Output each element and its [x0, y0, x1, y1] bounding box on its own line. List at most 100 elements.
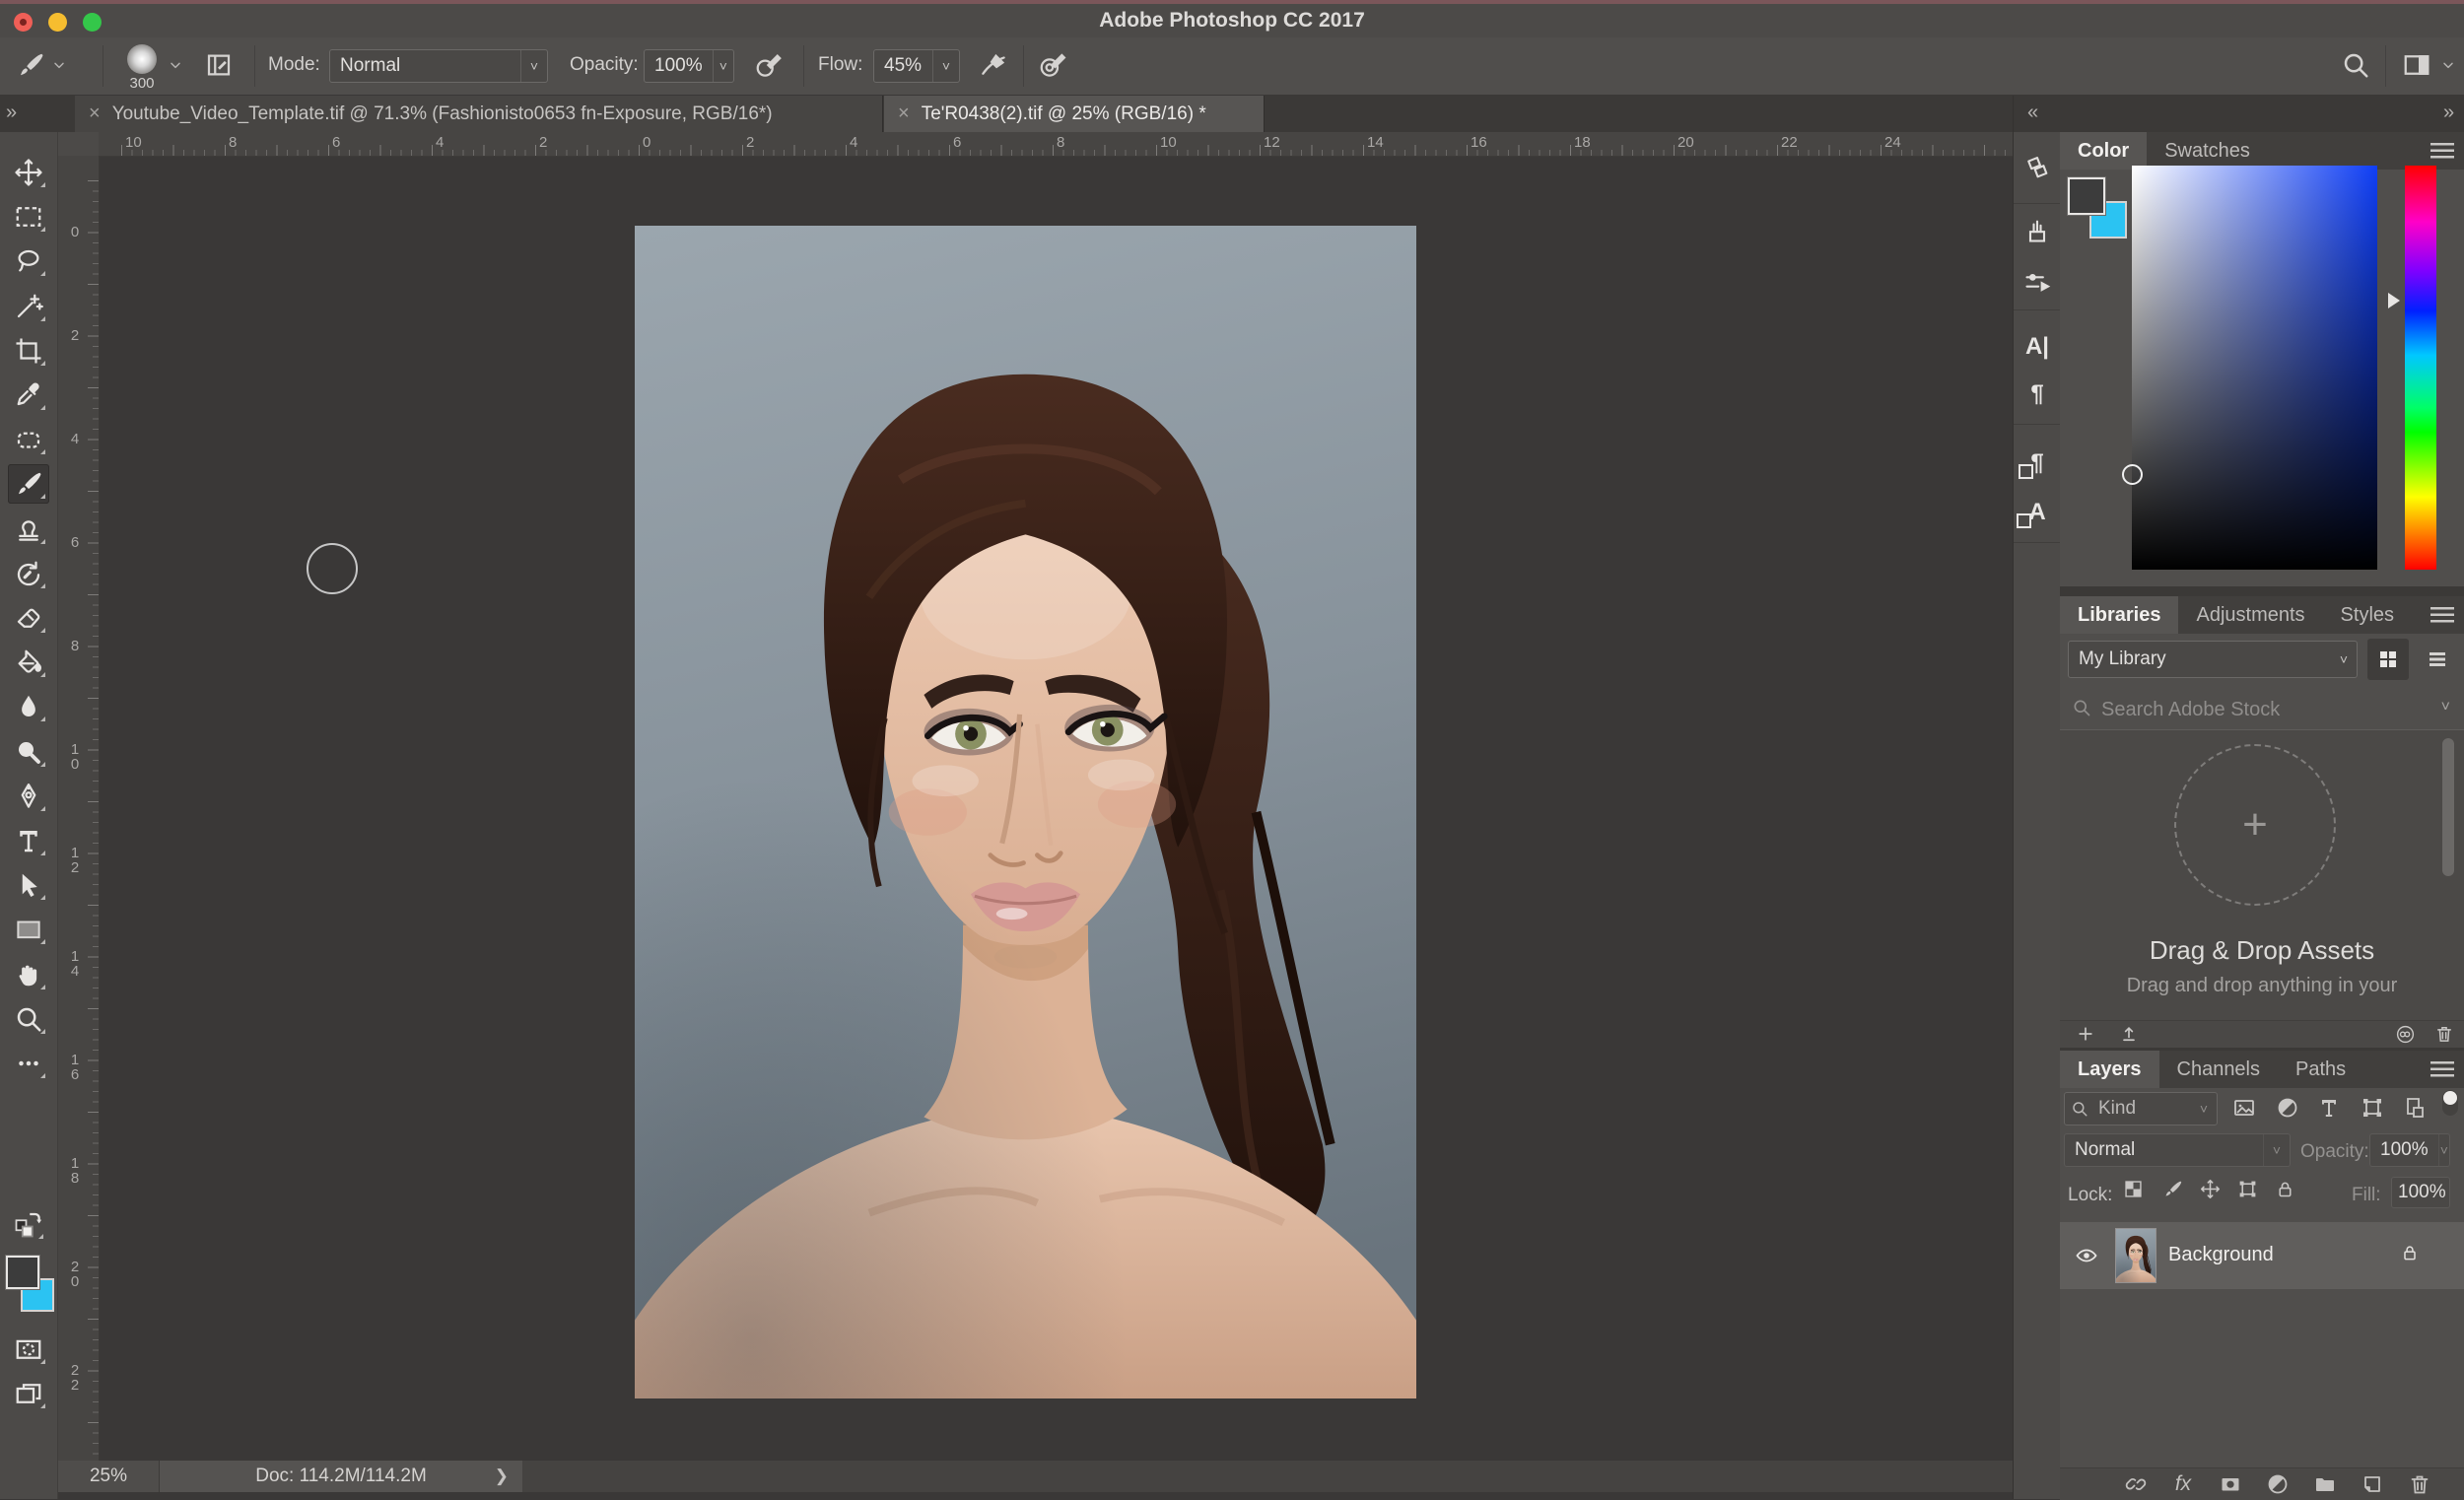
ruler-horizontal[interactable]: 10 8 6 4 2 0 2 4 6 8 10 12 14 16 18 20 22 24 [99, 132, 2013, 157]
paint-bucket-tool[interactable] [8, 643, 49, 682]
layers-blend-mode-select[interactable]: Normal ˅ [2064, 1133, 2291, 1167]
workspace-switcher-icon[interactable] [2397, 50, 2436, 80]
lock-artboard-icon[interactable] [2233, 1179, 2261, 1199]
opacity-select[interactable]: 100% ˅ [644, 49, 734, 83]
edit-toolbar-button[interactable] [8, 1044, 49, 1083]
panel-menu-icon[interactable] [2430, 143, 2454, 159]
pen-tool[interactable] [8, 777, 49, 816]
delete-layer-trash-icon[interactable] [2405, 1471, 2434, 1497]
tab-adjustments[interactable]: Adjustments [2178, 596, 2322, 634]
color-picker-handle[interactable] [2122, 464, 2143, 485]
collapse-dock-chevron[interactable]: » [2443, 102, 2454, 124]
workspace-chevron-icon[interactable] [2438, 57, 2458, 73]
adobe-stock-search-field[interactable]: Search Adobe Stock ˅ [2060, 690, 2464, 730]
chevron-down-icon[interactable]: ˅ [2441, 699, 2450, 716]
color-panel-foreground-swatch[interactable] [2067, 176, 2106, 216]
upload-icon[interactable] [2115, 1022, 2143, 1046]
panel-menu-icon[interactable] [2430, 1061, 2454, 1077]
airbrush-icon[interactable] [974, 50, 1013, 80]
search-icon[interactable] [2338, 50, 2373, 80]
new-adjustment-layer-icon[interactable] [2263, 1471, 2293, 1497]
path-selection-tool[interactable] [8, 865, 49, 905]
collapse-strip-chevron[interactable]: « [2027, 102, 2038, 124]
eraser-tool[interactable] [8, 598, 49, 638]
tab-layers[interactable]: Layers [2060, 1051, 2159, 1088]
document-tab-active[interactable]: × Te'R0438(2).tif @ 25% (RGB/16) * [884, 96, 1265, 132]
layer-filter-kind-select[interactable]: Kind ˅ [2064, 1092, 2218, 1125]
hue-slider[interactable] [2405, 166, 2436, 570]
filter-smart-objects-icon[interactable] [2399, 1096, 2429, 1120]
toggle-brush-panel-button[interactable] [199, 50, 239, 80]
clone-source-panel-icon[interactable] [2020, 150, 2054, 185]
eyedropper-tool[interactable] [8, 375, 49, 415]
add-content-plus-icon[interactable] [2072, 1022, 2099, 1046]
lock-all-icon[interactable] [2271, 1179, 2298, 1199]
healing-patch-tool[interactable] [8, 420, 49, 459]
foreground-color-swatch[interactable] [5, 1255, 40, 1290]
screen-mode-button[interactable] [8, 1374, 49, 1413]
crop-tool[interactable] [8, 331, 49, 371]
dodge-tool[interactable] [8, 732, 49, 772]
filter-adjustment-layers-icon[interactable] [2273, 1096, 2302, 1120]
rectangular-marquee-tool[interactable] [8, 197, 49, 237]
magic-wand-tool[interactable] [8, 287, 49, 326]
lock-position-icon[interactable] [2196, 1179, 2224, 1199]
quick-mask-button[interactable] [8, 1330, 49, 1369]
swap-colors-button[interactable] [10, 1204, 47, 1244]
library-select[interactable]: My Library ˅ [2068, 641, 2358, 678]
drag-drop-target-circle[interactable]: + [2174, 744, 2336, 906]
library-scrollbar[interactable] [2442, 738, 2454, 876]
lasso-tool[interactable] [8, 241, 49, 281]
tab-libraries[interactable]: Libraries [2060, 596, 2179, 634]
filter-pixel-layers-icon[interactable] [2229, 1096, 2259, 1120]
tab-channels[interactable]: Channels [2159, 1051, 2279, 1088]
character-styles-panel-icon[interactable]: ¶ [2019, 445, 2054, 481]
lock-transparency-icon[interactable] [2119, 1179, 2147, 1199]
brush-presets-panel-icon[interactable] [2020, 213, 2054, 248]
tab-color[interactable]: Color [2060, 132, 2148, 170]
brush-settings-panel-icon[interactable] [2020, 264, 2054, 300]
hue-slider-pointer[interactable] [2388, 293, 2400, 308]
document-canvas-image[interactable] [635, 226, 1416, 1398]
layer-visibility-eye-icon[interactable] [2072, 1244, 2101, 1267]
document-tab-inactive[interactable]: × Youtube_Video_Template.tif @ 71.3% (Fa… [75, 96, 883, 132]
library-grid-view-button[interactable] [2367, 639, 2409, 680]
status-doc-info[interactable]: Doc: 114.2M/114.2M ❯ [160, 1461, 522, 1492]
tab-paths[interactable]: Paths [2278, 1051, 2363, 1088]
move-tool[interactable] [8, 153, 49, 192]
hand-tool[interactable] [8, 955, 49, 994]
delete-trash-icon[interactable] [2430, 1022, 2458, 1046]
library-list-view-button[interactable] [2417, 639, 2458, 680]
close-tab-icon[interactable]: × [89, 102, 101, 125]
status-chevron-icon[interactable]: ❯ [495, 1466, 509, 1486]
flow-select[interactable]: 45% ˅ [873, 49, 960, 83]
status-zoom-field[interactable]: 25% [58, 1461, 160, 1492]
tab-styles[interactable]: Styles [2323, 596, 2412, 634]
close-tab-icon[interactable]: × [898, 102, 910, 125]
layer-thumbnail[interactable] [2115, 1228, 2156, 1283]
zoom-tool[interactable] [8, 999, 49, 1039]
type-tool[interactable] [8, 821, 49, 860]
creative-cloud-icon[interactable] [2391, 1022, 2419, 1046]
layers-opacity-select[interactable]: 100% ˅ [2369, 1133, 2450, 1167]
layer-style-fx-icon[interactable]: fx [2168, 1471, 2198, 1497]
layer-row-background[interactable]: Background [2060, 1222, 2464, 1289]
filter-shape-layers-icon[interactable] [2358, 1096, 2387, 1120]
pressure-opacity-icon[interactable] [751, 50, 787, 80]
history-brush-tool[interactable] [8, 554, 49, 593]
lock-pixels-icon[interactable] [2158, 1179, 2186, 1199]
brush-preset-picker[interactable] [120, 44, 164, 78]
pressure-size-icon[interactable] [1033, 50, 1072, 80]
tab-overflow-chevron[interactable]: » [6, 102, 17, 124]
character-panel-icon[interactable]: A| [2020, 329, 2054, 365]
layer-filtering-toggle[interactable] [2442, 1090, 2458, 1116]
color-saturation-field[interactable] [2132, 166, 2377, 570]
new-layer-icon[interactable] [2358, 1471, 2387, 1497]
link-layers-icon[interactable] [2121, 1471, 2151, 1497]
blur-tool[interactable] [8, 687, 49, 726]
panel-menu-icon[interactable] [2430, 607, 2454, 623]
layers-fill-select[interactable]: 100% [2391, 1177, 2450, 1208]
layer-name[interactable]: Background [2168, 1244, 2274, 1266]
brush-picker-chevron-icon[interactable] [166, 57, 185, 73]
ruler-origin-box[interactable] [58, 132, 100, 157]
